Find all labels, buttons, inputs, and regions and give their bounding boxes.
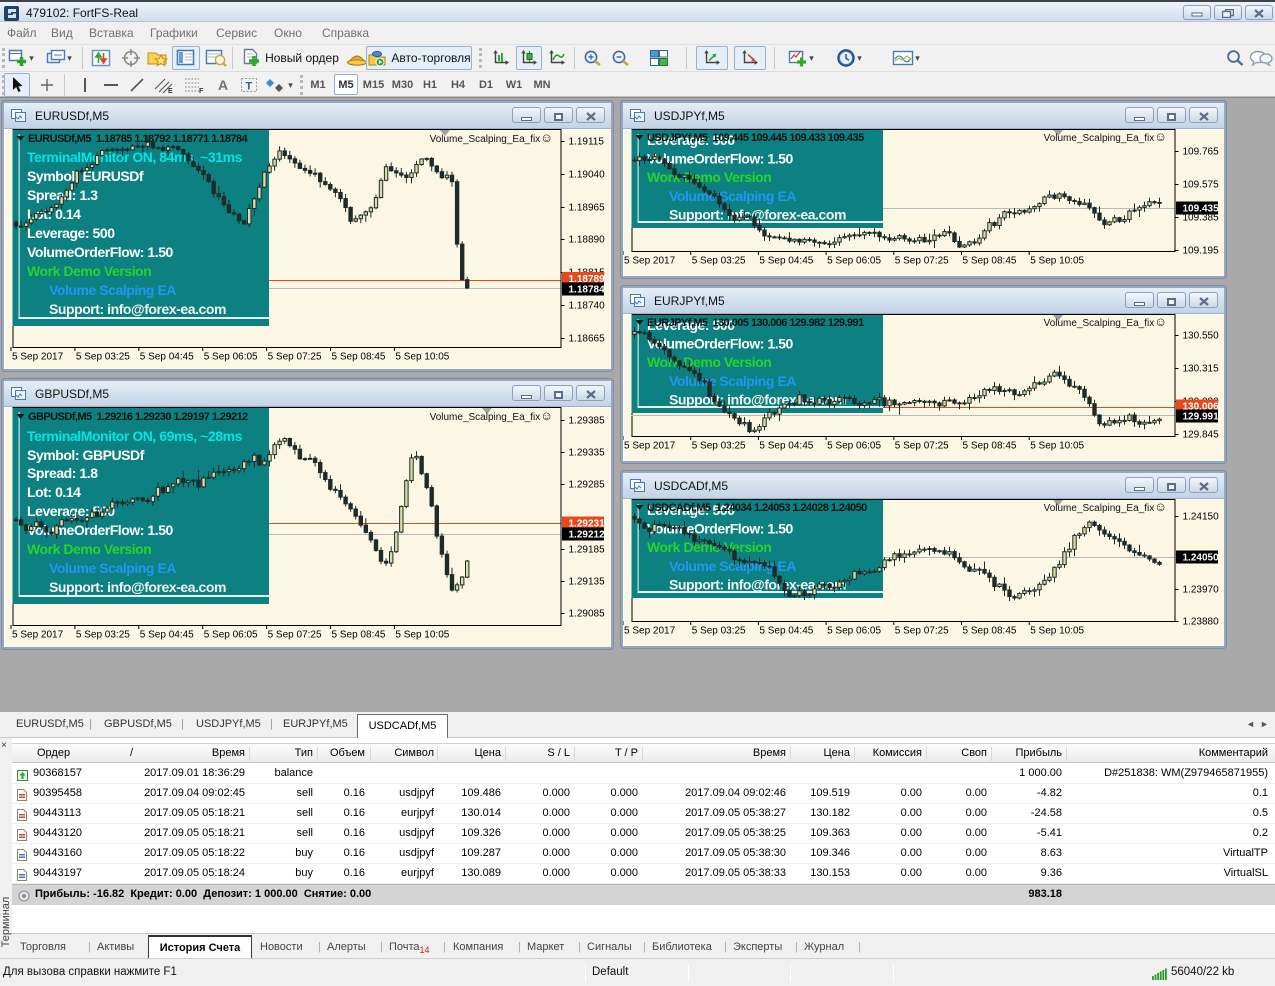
svg-text:5 Sep 10:05: 5 Sep 10:05 — [1030, 441, 1084, 452]
svg-text:TerminalMonitor ON, 84ms, ~31m: TerminalMonitor ON, 84ms, ~31ms — [27, 149, 243, 165]
svg-text:5 Sep 10:05: 5 Sep 10:05 — [395, 630, 449, 641]
svg-text:130.315: 130.315 — [1183, 364, 1220, 375]
svg-text:1.18965: 1.18965 — [569, 203, 606, 214]
svg-text:Symbol: GBPUSDf: Symbol: GBPUSDf — [27, 447, 145, 463]
svg-text:5 Sep 04:45: 5 Sep 04:45 — [140, 352, 194, 363]
svg-text:5 Sep 07:25: 5 Sep 07:25 — [268, 352, 322, 363]
svg-text:5 Sep 04:45: 5 Sep 04:45 — [759, 626, 813, 637]
svg-text:5 Sep 2017: 5 Sep 2017 — [624, 626, 676, 637]
svg-text:Volume_Scalping_Ea_fix☺: Volume_Scalping_Ea_fix☺ — [1044, 315, 1167, 329]
svg-text:Volume Scalping EA: Volume Scalping EA — [49, 282, 176, 298]
svg-text:5 Sep 03:25: 5 Sep 03:25 — [76, 630, 130, 641]
svg-text:1.29135: 1.29135 — [569, 577, 606, 588]
svg-text:Support: info@forex-ea.com: Support: info@forex-ea.com — [49, 301, 226, 317]
svg-text:1.29385: 1.29385 — [569, 416, 606, 427]
svg-text:VolumeOrderFlow: 1.50: VolumeOrderFlow: 1.50 — [647, 521, 794, 537]
svg-text:F: F — [199, 88, 204, 94]
svg-text:Work Demo Version: Work Demo Version — [647, 169, 771, 185]
svg-text:1.29335: 1.29335 — [569, 448, 606, 459]
svg-text:5 Sep 10:05: 5 Sep 10:05 — [395, 352, 449, 363]
svg-text:5 Sep 08:45: 5 Sep 08:45 — [332, 630, 386, 641]
svg-text:Work Demo Version: Work Demo Version — [647, 354, 771, 370]
svg-text:5 Sep 2017: 5 Sep 2017 — [624, 256, 676, 267]
svg-text:Support: info@forex-ea.com: Support: info@forex-ea.com — [669, 206, 846, 222]
svg-text:VolumeOrderFlow: 1.50: VolumeOrderFlow: 1.50 — [647, 336, 794, 352]
svg-text:Volume_Scalping_Ea_fix☺: Volume_Scalping_Ea_fix☺ — [1044, 500, 1167, 514]
svg-text:1.29285: 1.29285 — [569, 480, 606, 491]
svg-text:109.195: 109.195 — [1183, 246, 1220, 257]
svg-text:TerminalMonitor ON, 69ms, ~28m: TerminalMonitor ON, 69ms, ~28ms — [27, 428, 243, 444]
svg-text:5 Sep 06:05: 5 Sep 06:05 — [827, 626, 881, 637]
svg-text:5 Sep 08:45: 5 Sep 08:45 — [963, 441, 1017, 452]
svg-text:5 Sep 03:25: 5 Sep 03:25 — [692, 256, 746, 267]
svg-text:T: T — [246, 81, 253, 93]
svg-text:1.19115: 1.19115 — [569, 137, 605, 148]
svg-text:5 Sep 2017: 5 Sep 2017 — [12, 630, 64, 641]
svg-text:5 Sep 07:25: 5 Sep 07:25 — [895, 256, 949, 267]
svg-text:5 Sep 03:25: 5 Sep 03:25 — [692, 441, 746, 452]
svg-text:Volume_Scalping_Ea_fix☺: Volume_Scalping_Ea_fix☺ — [430, 131, 553, 145]
svg-text:5 Sep 06:05: 5 Sep 06:05 — [827, 256, 881, 267]
svg-text:5 Sep 06:05: 5 Sep 06:05 — [827, 441, 881, 452]
svg-text:5 Sep 04:45: 5 Sep 04:45 — [140, 630, 194, 641]
svg-text:Volume_Scalping_Ea_fix☺: Volume_Scalping_Ea_fix☺ — [1044, 130, 1167, 144]
svg-text:5 Sep 2017: 5 Sep 2017 — [624, 441, 676, 452]
svg-text:Volume Scalping EA: Volume Scalping EA — [669, 373, 796, 389]
svg-text:1.29085: 1.29085 — [569, 609, 606, 620]
svg-text:5 Sep 04:45: 5 Sep 04:45 — [759, 256, 813, 267]
svg-text:5 Sep 03:25: 5 Sep 03:25 — [692, 626, 746, 637]
svg-text:EURUSDf,M5 1.18785 1.18792 1.: EURUSDf,M5 1.18785 1.18792 1.18771 1.187… — [28, 133, 249, 145]
svg-text:1.24050: 1.24050 — [1183, 553, 1220, 564]
svg-text:5 Sep 06:05: 5 Sep 06:05 — [204, 352, 258, 363]
svg-text:EURJPYf,M5 130.005 130.006 12: EURJPYf,M5 130.005 130.006 129.982 129.9… — [647, 317, 864, 329]
svg-text:5 Sep 10:05: 5 Sep 10:05 — [1030, 256, 1084, 267]
svg-text:5 Sep 08:45: 5 Sep 08:45 — [963, 626, 1017, 637]
svg-text:5 Sep 08:45: 5 Sep 08:45 — [332, 352, 386, 363]
svg-text:5 Sep 07:25: 5 Sep 07:25 — [895, 441, 949, 452]
svg-text:5 Sep 03:25: 5 Sep 03:25 — [76, 352, 130, 363]
svg-text:5 Sep 08:45: 5 Sep 08:45 — [963, 256, 1017, 267]
svg-text:130.550: 130.550 — [1183, 331, 1220, 342]
svg-text:1.18890: 1.18890 — [569, 235, 606, 246]
svg-text:1.18740: 1.18740 — [569, 301, 606, 312]
svg-text:USDJPYf,M5 109.445 109.445 10: USDJPYf,M5 109.445 109.445 109.433 109.4… — [647, 132, 864, 144]
svg-text:5 Sep 06:05: 5 Sep 06:05 — [204, 630, 258, 641]
svg-text:5 Sep 10:05: 5 Sep 10:05 — [1030, 626, 1084, 637]
svg-text:E: E — [168, 88, 173, 94]
svg-text:1.24150: 1.24150 — [1183, 512, 1220, 523]
svg-text:109.765: 109.765 — [1183, 147, 1220, 158]
svg-text:Leverage: 500: Leverage: 500 — [27, 225, 115, 241]
svg-text:5 Sep 2017: 5 Sep 2017 — [12, 352, 64, 363]
svg-text:5 Sep 04:45: 5 Sep 04:45 — [759, 441, 813, 452]
svg-text:1.19040: 1.19040 — [569, 170, 606, 181]
svg-text:A: A — [218, 77, 228, 93]
svg-text:1.23880: 1.23880 — [1183, 617, 1220, 628]
svg-text:109.435: 109.435 — [1183, 204, 1220, 215]
svg-text:Work Demo Version: Work Demo Version — [27, 263, 151, 279]
svg-text:Work Demo Version: Work Demo Version — [27, 541, 151, 557]
svg-text:Support: info@forex-ea.com: Support: info@forex-ea.com — [49, 579, 226, 595]
svg-text:129.845: 129.845 — [1183, 430, 1220, 441]
svg-text:Volume_Scalping_Ea_fix☺: Volume_Scalping_Ea_fix☺ — [430, 409, 553, 423]
svg-text:Volume Scalping EA: Volume Scalping EA — [669, 558, 796, 574]
svg-text:1.29185: 1.29185 — [569, 545, 606, 556]
svg-text:5 Sep 07:25: 5 Sep 07:25 — [268, 630, 322, 641]
svg-text:1.18665: 1.18665 — [569, 334, 606, 345]
svg-text:VolumeOrderFlow: 1.50: VolumeOrderFlow: 1.50 — [27, 244, 174, 260]
svg-text:GBPUSDf,M5 1.29216 1.29230 1.: GBPUSDf,M5 1.29216 1.29230 1.29197 1.292… — [28, 411, 248, 423]
svg-text:USDCADf,M5 1.24034 1.24053 1.: USDCADf,M5 1.24034 1.24053 1.24028 1.240… — [647, 502, 867, 514]
svg-text:1.29212: 1.29212 — [569, 530, 606, 541]
svg-text:Volume Scalping EA: Volume Scalping EA — [49, 560, 176, 576]
svg-text:109.575: 109.575 — [1183, 180, 1220, 191]
svg-text:Lot: 0.14: Lot: 0.14 — [27, 484, 81, 500]
svg-text:1.18784: 1.18784 — [569, 285, 606, 296]
svg-text:129.991: 129.991 — [1183, 412, 1220, 423]
svg-text:5 Sep 07:25: 5 Sep 07:25 — [895, 626, 949, 637]
svg-text:1.23970: 1.23970 — [1183, 585, 1220, 596]
svg-text:Spread: 1.8: Spread: 1.8 — [27, 465, 98, 481]
svg-text:Volume Scalping EA: Volume Scalping EA — [669, 188, 796, 204]
svg-text:VolumeOrderFlow: 1.50: VolumeOrderFlow: 1.50 — [27, 522, 174, 538]
